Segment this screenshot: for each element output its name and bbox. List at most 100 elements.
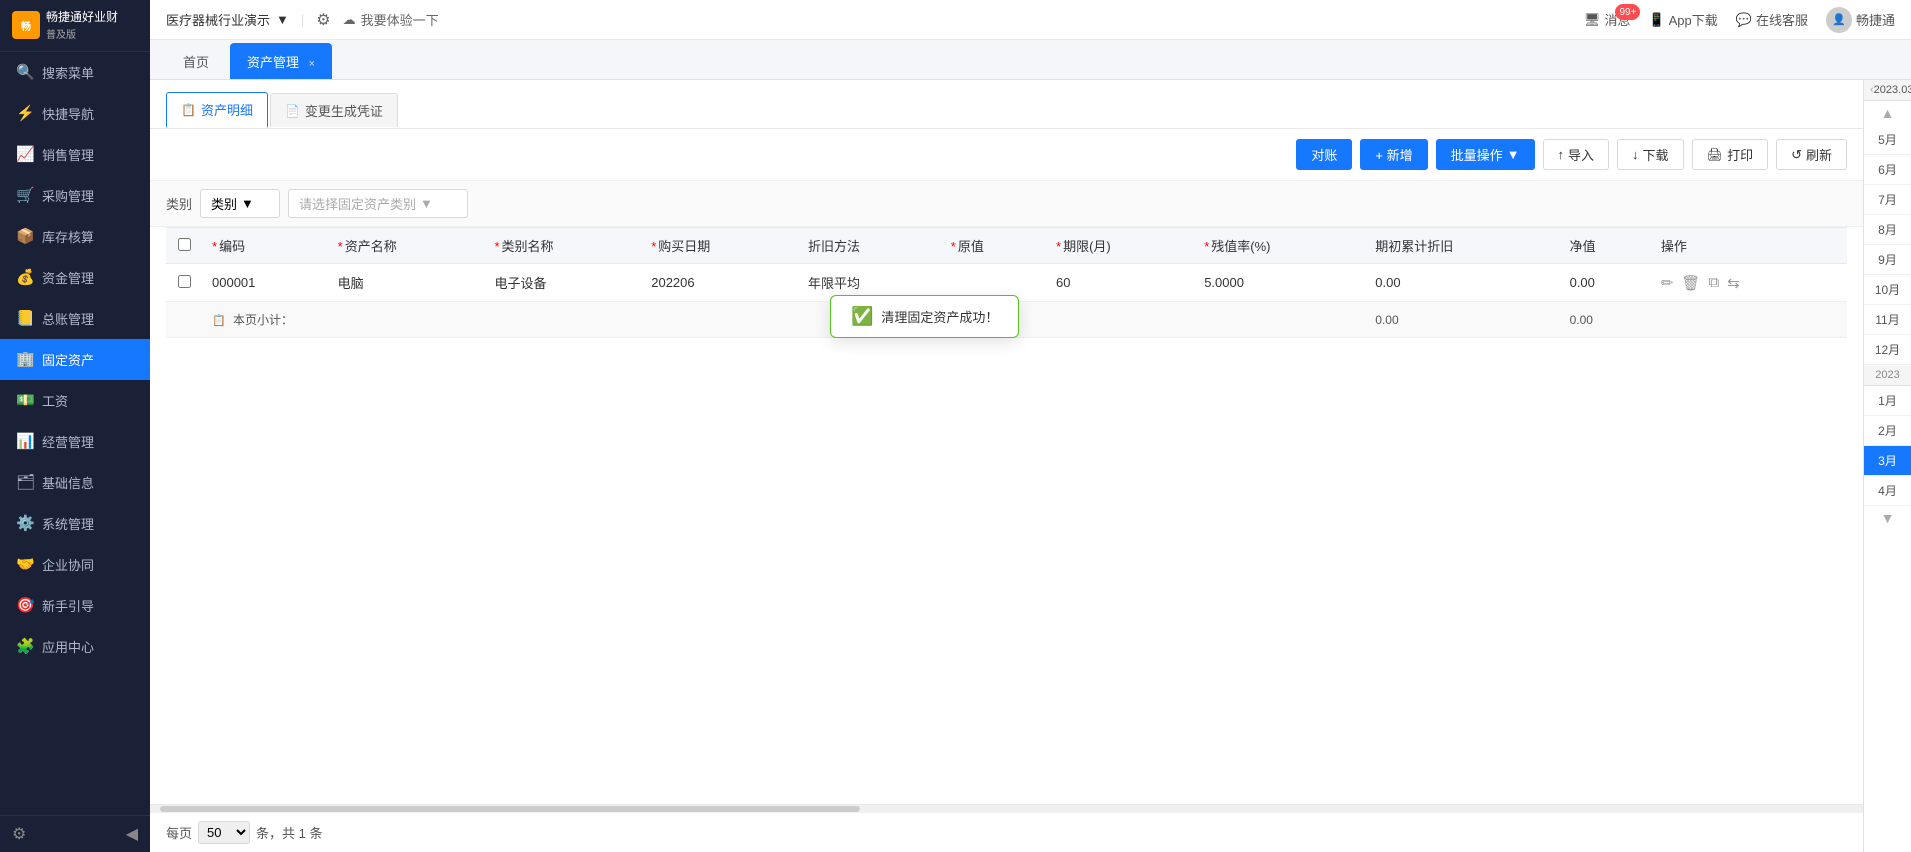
rs-month-5[interactable]: 5月: [1864, 125, 1911, 155]
rs-month-7[interactable]: 7月: [1864, 185, 1911, 215]
subtab-change-icon: 📄: [285, 104, 300, 118]
rs-month-2[interactable]: 2月: [1864, 416, 1911, 446]
sidebar-item-purchase[interactable]: 🛒 采购管理: [0, 175, 150, 216]
sidebar-item-search[interactable]: 🔍 搜索菜单: [0, 52, 150, 93]
rs-month-12[interactable]: 12月: [1864, 335, 1911, 365]
search-icon: 🔍: [16, 63, 34, 81]
print-button[interactable]: 🖨 打印: [1692, 139, 1769, 170]
rs-month-3[interactable]: 3月: [1864, 446, 1911, 476]
tab-home-label: 首页: [183, 55, 209, 70]
subtab-change-voucher[interactable]: 📄 变更生成凭证: [270, 93, 398, 127]
more-icon[interactable]: ⇆: [1727, 274, 1740, 292]
operations-icon: 📊: [16, 432, 34, 450]
experience-btn[interactable]: ☁ 我要体验一下: [343, 10, 439, 29]
sidebar-item-enterprise[interactable]: 🤝 企业协同: [0, 544, 150, 585]
sidebar-item-guide[interactable]: 🎯 新手引导: [0, 585, 150, 626]
company-dropdown-icon: ▼: [276, 12, 289, 27]
user-menu[interactable]: 👤 畅捷通: [1826, 7, 1895, 33]
app-download-btn[interactable]: 📱 App下载: [1648, 10, 1717, 29]
collapse-icon[interactable]: ◀: [126, 824, 138, 844]
sidebar-item-salary[interactable]: 💵 工资: [0, 380, 150, 421]
print-label: 打印: [1727, 145, 1753, 164]
edit-icon[interactable]: ✏: [1661, 274, 1674, 292]
row-actions: ✏ 🗑 ⧉ ⇆: [1651, 264, 1847, 302]
row-purchase-date: 202206: [641, 264, 798, 302]
th-residual-rate: *残值率(%): [1194, 228, 1365, 264]
topbar-right: 🖥 消息 99+ 📱 App下载 💬 在线客服 👤 畅捷通: [1584, 7, 1895, 33]
sidebar-label-sales: 销售管理: [42, 145, 94, 164]
th-action: 操作: [1651, 228, 1847, 264]
sales-icon: 📈: [16, 145, 34, 163]
copy-icon[interactable]: ⧉: [1708, 274, 1719, 292]
sidebar-item-ledger[interactable]: 📒 总账管理: [0, 298, 150, 339]
sidebar-item-basic[interactable]: 🗂 基础信息: [0, 462, 150, 503]
avatar: 👤: [1826, 7, 1852, 33]
toast-message: 清理固定资产成功！: [881, 307, 998, 326]
sidebar-label-system: 系统管理: [42, 514, 94, 533]
horizontal-scrollbar[interactable]: [150, 804, 1863, 812]
user-name: 畅捷通: [1856, 10, 1895, 29]
rs-month-8[interactable]: 8月: [1864, 215, 1911, 245]
assets-icon: 🏢: [16, 350, 34, 368]
sidebar-label-salary: 工资: [42, 391, 68, 410]
service-label: 在线客服: [1756, 10, 1808, 29]
sidebar-item-assets[interactable]: 🏢 固定资产: [0, 339, 150, 380]
sidebar-item-inventory[interactable]: 📦 库存核算: [0, 216, 150, 257]
company-selector[interactable]: 医疗器械行业演示 ▼: [166, 10, 289, 29]
th-period: *期限(月): [1046, 228, 1194, 264]
experience-label: 我要体验一下: [361, 10, 439, 29]
sidebar-item-capital[interactable]: 💰 资金管理: [0, 257, 150, 298]
sidebar-label-basic: 基础信息: [42, 473, 94, 492]
sidebar-item-system[interactable]: ⚙️ 系统管理: [0, 503, 150, 544]
batch-button[interactable]: 批量操作 ▼: [1436, 139, 1535, 170]
rs-month-10[interactable]: 10月: [1864, 275, 1911, 305]
category-input[interactable]: 请选择固定资产类别 ▼: [288, 189, 468, 218]
message-btn[interactable]: 🖥 消息 99+: [1584, 10, 1631, 29]
rs-month-1[interactable]: 1月: [1864, 386, 1911, 416]
th-category: *类别名称: [484, 228, 641, 264]
rs-month-11[interactable]: 11月: [1864, 305, 1911, 335]
subtotal-net-value: 0.00: [1560, 302, 1651, 338]
content-area: 📋 资产明细 📄 变更生成凭证 对账 + 新增 批量操作: [150, 80, 1911, 852]
sidebar-item-operations[interactable]: 📊 经营管理: [0, 421, 150, 462]
rs-month-6[interactable]: 6月: [1864, 155, 1911, 185]
select-all-checkbox[interactable]: [178, 238, 191, 251]
rs-month-4[interactable]: 4月: [1864, 476, 1911, 506]
rs-scroll-up[interactable]: ▲: [1864, 101, 1911, 125]
scrollbar-thumb[interactable]: [160, 806, 860, 812]
sidebar-logo: 畅 畅捷通好业财 普及版: [0, 0, 150, 52]
th-checkbox: [166, 228, 202, 264]
per-page-select[interactable]: 50 10 20 100: [198, 821, 250, 844]
rs-month-9[interactable]: 9月: [1864, 245, 1911, 275]
sidebar-label-ledger: 总账管理: [42, 309, 94, 328]
reconcile-label: 对账: [1311, 145, 1337, 164]
online-service-btn[interactable]: 💬 在线客服: [1736, 10, 1808, 29]
tab-home[interactable]: 首页: [166, 43, 226, 79]
sidebar-item-quicknav[interactable]: ⚡ 快捷导航: [0, 93, 150, 134]
tab-assets-mgmt[interactable]: 资产管理 ×: [230, 43, 332, 79]
th-original-value: *原值: [941, 228, 1046, 264]
category-type-select[interactable]: 类别 ▼: [200, 189, 280, 218]
subtab-asset-detail[interactable]: 📋 资产明细: [166, 92, 268, 128]
settings-bottom-icon[interactable]: ⚙: [12, 824, 26, 844]
row-checkbox[interactable]: [178, 275, 191, 288]
topbar-divider: |: [301, 12, 304, 27]
total-text: 条，共 1 条: [256, 823, 322, 842]
capital-icon: 💰: [16, 268, 34, 286]
tab-close-icon[interactable]: ×: [309, 58, 315, 70]
topbar-settings-icon[interactable]: ⚙: [316, 10, 330, 30]
refresh-button[interactable]: ↺ 刷新: [1776, 139, 1847, 170]
rs-scroll-down[interactable]: ▼: [1864, 506, 1911, 530]
new-button[interactable]: + 新增: [1360, 139, 1427, 170]
sidebar-item-sales[interactable]: 📈 销售管理: [0, 134, 150, 175]
category-type-value: 类别: [211, 194, 237, 213]
sidebar-item-apps[interactable]: 🧩 应用中心: [0, 626, 150, 667]
row-code: 000001: [202, 264, 328, 302]
download-button[interactable]: ↓ 下载: [1617, 139, 1684, 170]
delete-icon[interactable]: 🗑: [1681, 274, 1700, 292]
app-icon: 📱: [1648, 12, 1664, 28]
salary-icon: 💵: [16, 391, 34, 409]
category-placeholder: 请选择固定资产类别: [299, 194, 416, 213]
reconcile-button[interactable]: 对账: [1296, 139, 1352, 170]
import-button[interactable]: ↑ 导入: [1543, 139, 1610, 170]
